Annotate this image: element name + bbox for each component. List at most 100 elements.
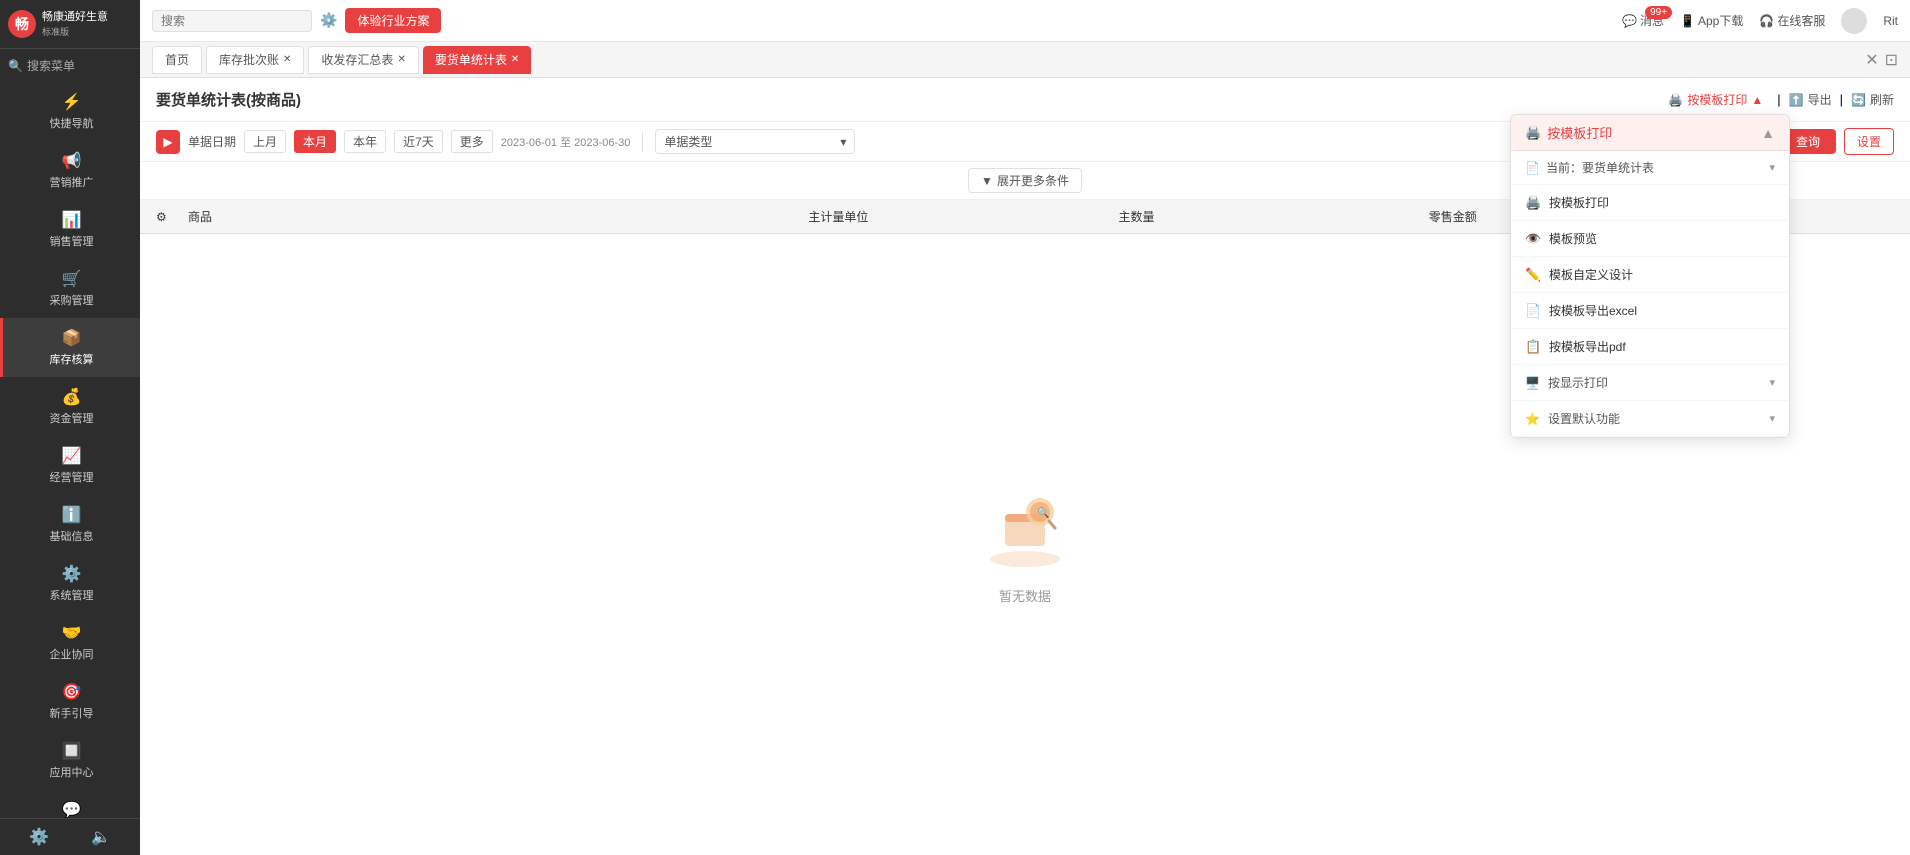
dropdown-close-icon[interactable]: ▲: [1761, 125, 1775, 141]
export-excel-icon: 📄: [1525, 303, 1541, 319]
message-badge[interactable]: 💬 消息 99+: [1622, 12, 1664, 29]
finance-icon: 💰: [62, 387, 82, 407]
tab-collect-summary-close[interactable]: ✕: [397, 54, 405, 65]
system-icon: ⚙️: [62, 564, 82, 584]
tab-order-stats-close[interactable]: ✕: [511, 54, 519, 65]
sidebar-item-newbie[interactable]: 🎯 新手引导: [0, 672, 140, 731]
sidebar-item-corp-wechat[interactable]: 💬 企业微信: [0, 790, 140, 818]
sidebar-item-finance[interactable]: 💰 资金管理: [0, 377, 140, 436]
sidebar-item-system[interactable]: ⚙️ 系统管理: [0, 554, 140, 613]
topbar-search-input[interactable]: [152, 10, 312, 32]
online-service-badge[interactable]: 🎧 在线客服: [1759, 12, 1825, 29]
user-avatar[interactable]: [1841, 8, 1867, 34]
display-print-arrow: ▾: [1769, 376, 1775, 389]
topbar: ⚙️ 体验行业方案 💬 消息 99+ 📱 App下载 🎧 在线客服 Rit: [140, 0, 1910, 42]
display-print-label: 按显示打印: [1548, 374, 1608, 391]
sidebar: 畅 畅康通好生意 标准版 🔍 搜索菜单 ⚡ 快捷导航 📢 营销推广 📊 销售管理…: [0, 0, 140, 855]
sidebar-item-marketing[interactable]: 📢 营销推广: [0, 141, 140, 200]
sidebar-item-sales[interactable]: 📊 销售管理: [0, 200, 140, 259]
sound-icon[interactable]: 🔈: [91, 827, 111, 847]
dropdown-header: 🖨️ 按模板打印 ▲: [1511, 115, 1789, 151]
tab-close-icon[interactable]: ✕: [1865, 50, 1878, 70]
tab-home-label: 首页: [165, 51, 189, 68]
table-col-unit: 主计量单位: [808, 208, 1118, 225]
type-select[interactable]: 单据类型 ▾: [655, 129, 855, 154]
topbar-gear-icon[interactable]: ⚙️: [320, 12, 337, 29]
sidebar-item-purchase[interactable]: 🛒 采购管理: [0, 259, 140, 318]
sidebar-label-inventory: 库存核算: [50, 351, 94, 367]
display-print-left: 🖥️ 按显示打印: [1525, 374, 1608, 391]
tab-home[interactable]: 首页: [152, 46, 202, 74]
print-button[interactable]: 🖨️ 按模板打印 ▲: [1662, 88, 1769, 111]
set-default-left: ⭐ 设置默认功能: [1525, 410, 1620, 427]
dropdown-template-print[interactable]: 🖨️ 按模板打印: [1511, 185, 1789, 221]
date-btn-last-month[interactable]: 上月: [244, 130, 286, 153]
tab-collect-summary[interactable]: 收发存汇总表 ✕: [308, 46, 418, 74]
print-dropdown: 🖨️ 按模板打印 ▲ 📄 当前：要货单统计表 ▾ 🖨️ 按模板打印 👁️ 模板预…: [1510, 114, 1790, 438]
sidebar-logo: 畅 畅康通好生意 标准版: [0, 0, 140, 49]
export-icon: ⬆️: [1789, 93, 1804, 107]
app-download-badge[interactable]: 📱 App下载: [1680, 12, 1743, 29]
date-btn-7days[interactable]: 近7天: [394, 130, 443, 153]
date-btn-this-month[interactable]: 本月: [294, 130, 336, 153]
dropdown-current-left: 📄 当前：要货单统计表: [1525, 159, 1654, 176]
operation-icon: 📈: [62, 446, 82, 466]
print-label: 按模板打印: [1687, 91, 1747, 108]
svg-text:🔍: 🔍: [1037, 506, 1049, 519]
inventory-icon: 📦: [62, 328, 82, 348]
sidebar-bottom: ⚙️ 🔈: [0, 818, 140, 855]
dropdown-set-default[interactable]: ⭐ 设置默认功能 ▾: [1511, 401, 1789, 437]
basic-info-icon: ℹ️: [62, 505, 82, 525]
sidebar-item-basic-info[interactable]: ℹ️ 基础信息: [0, 495, 140, 554]
toolbar-divider-2: |: [1840, 92, 1843, 107]
dropdown-template-custom[interactable]: ✏️ 模板自定义设计: [1511, 257, 1789, 293]
settings-button[interactable]: 设置: [1844, 128, 1894, 155]
filter-expand-btn[interactable]: ▶: [156, 130, 180, 154]
expand-more-icon: ▼: [981, 174, 993, 188]
tab-collect-summary-label: 收发存汇总表: [321, 51, 393, 68]
expand-more-label: 展开更多条件: [997, 172, 1069, 189]
template-custom-label: 模板自定义设计: [1549, 266, 1633, 283]
topbar-right: 💬 消息 99+ 📱 App下载 🎧 在线客服 Rit: [1622, 8, 1898, 34]
dropdown-export-pdf[interactable]: 📋 按模板导出pdf: [1511, 329, 1789, 365]
tab-inventory-batch-close[interactable]: ✕: [283, 54, 291, 65]
current-template-label: 当前：要货单统计表: [1546, 159, 1654, 176]
dropdown-template-preview[interactable]: 👁️ 模板预览: [1511, 221, 1789, 257]
date-btn-more[interactable]: 更多: [451, 130, 493, 153]
search-label: 搜索菜单: [27, 57, 75, 74]
set-default-label: 设置默认功能: [1548, 410, 1620, 427]
tab-inventory-batch-label: 库存批次账: [219, 51, 279, 68]
sidebar-item-quick-nav[interactable]: ⚡ 快捷导航: [0, 82, 140, 141]
trial-button[interactable]: 体验行业方案: [345, 8, 441, 33]
dropdown-current-item[interactable]: 📄 当前：要货单统计表 ▾: [1511, 151, 1789, 185]
table-col-qty: 主数量: [1119, 208, 1429, 225]
refresh-icon: 🔄: [1851, 93, 1866, 107]
tabs-bar: 首页 库存批次账 ✕ 收发存汇总表 ✕ 要货单统计表 ✕ ✕ ⊡: [140, 42, 1910, 78]
expand-more-button[interactable]: ▼ 展开更多条件: [968, 168, 1082, 193]
sidebar-item-inventory[interactable]: 📦 库存核算: [0, 318, 140, 377]
table-col-settings[interactable]: ⚙: [156, 210, 188, 224]
sidebar-item-operation[interactable]: 📈 经营管理: [0, 436, 140, 495]
sidebar-item-app-center[interactable]: 🔲 应用中心: [0, 731, 140, 790]
refresh-button[interactable]: 🔄 刷新: [1851, 91, 1894, 108]
dropdown-export-excel[interactable]: 📄 按模板导出excel: [1511, 293, 1789, 329]
settings-bottom-icon[interactable]: ⚙️: [29, 827, 49, 847]
sidebar-label-basic-info: 基础信息: [50, 528, 94, 544]
marketing-icon: 📢: [62, 151, 82, 171]
tab-order-stats[interactable]: 要货单统计表 ✕: [423, 46, 531, 74]
sidebar-search[interactable]: 🔍 搜索菜单: [0, 49, 140, 82]
tab-bar-end: ✕ ⊡: [1865, 50, 1898, 70]
dropdown-printer-icon: 🖨️: [1525, 125, 1541, 141]
app-version: 标准版: [42, 25, 108, 38]
dropdown-display-print[interactable]: 🖥️ 按显示打印 ▾: [1511, 365, 1789, 401]
tab-inventory-batch[interactable]: 库存批次账 ✕: [206, 46, 304, 74]
export-button[interactable]: ⬆️ 导出: [1789, 91, 1832, 108]
tab-expand-icon[interactable]: ⊡: [1885, 50, 1898, 70]
sidebar-label-sales: 销售管理: [50, 233, 94, 249]
sidebar-label-collab: 企业协同: [50, 646, 94, 662]
newbie-icon: 🎯: [62, 682, 82, 702]
sidebar-label-marketing: 营销推广: [50, 174, 94, 190]
sidebar-item-collab[interactable]: 🤝 企业协同: [0, 613, 140, 672]
date-btn-this-year[interactable]: 本年: [344, 130, 386, 153]
print-arrow-up: ▲: [1751, 93, 1763, 107]
